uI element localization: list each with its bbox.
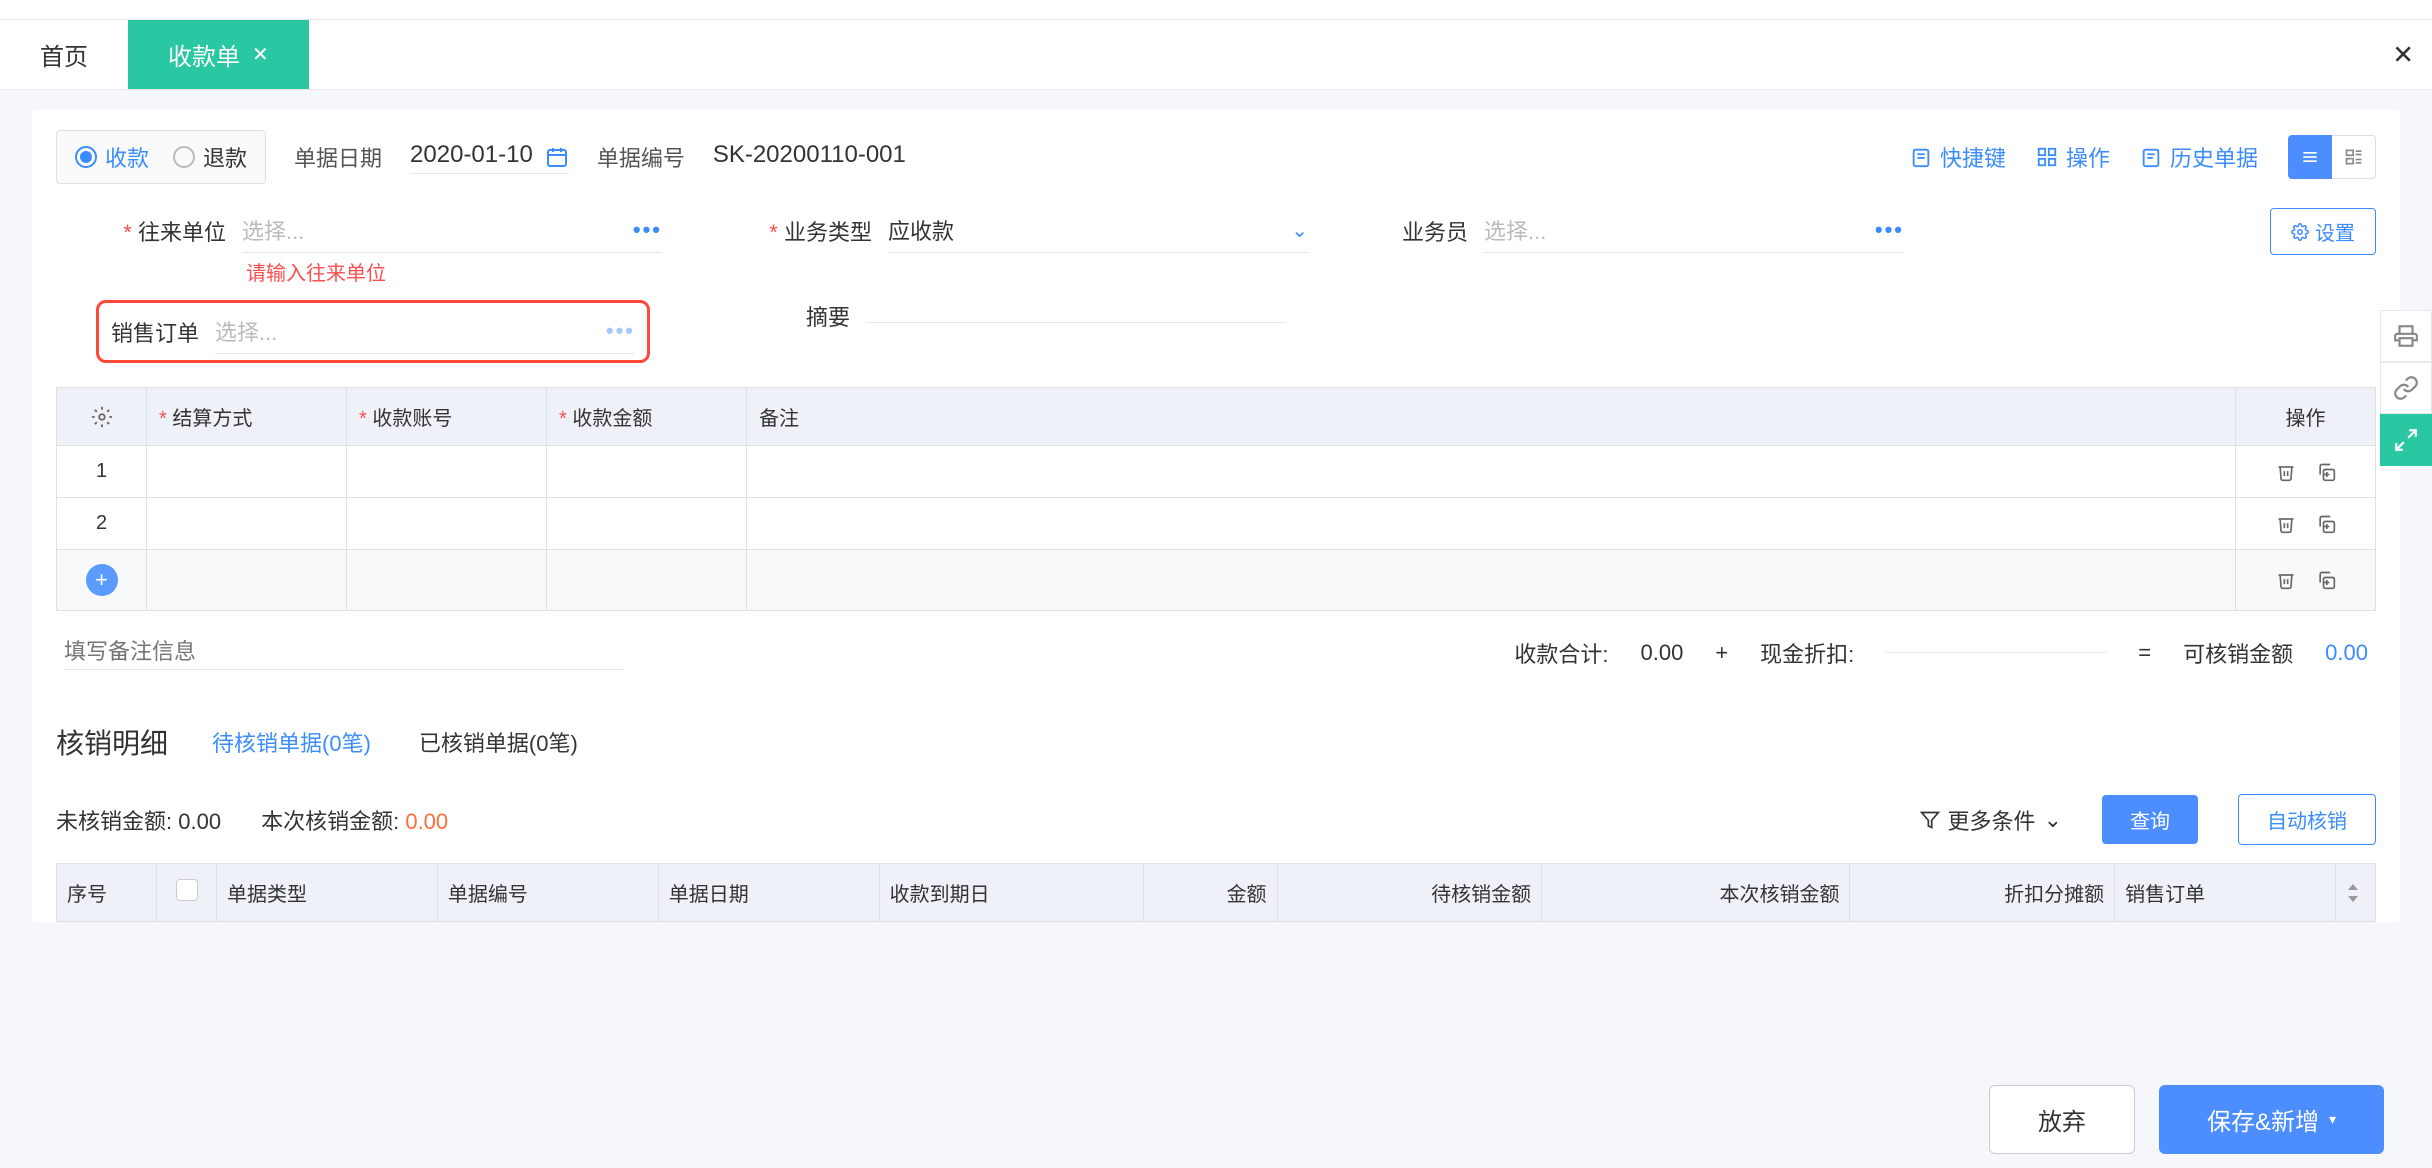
auto-writeoff-button[interactable]: 自动核销 [2238,794,2376,845]
calendar-icon[interactable] [545,143,569,167]
col-disc: 折扣分摊额 [1850,864,2115,922]
radio-receipt[interactable]: 收款 [75,141,149,173]
more-icon[interactable]: ••• [606,318,635,344]
col-pending: 待核销金额 [1277,864,1542,922]
table-add-row: + [57,550,2376,611]
shortcut-link[interactable]: 快捷键 [1910,141,2006,173]
copy-icon[interactable] [2316,512,2336,535]
order-label: 销售订单 [111,316,199,348]
staff-label: 业务员 [1388,215,1468,247]
chevron-down-icon: ⌄ [2044,807,2062,833]
order-select[interactable]: 选择... ••• [215,309,635,354]
chevron-down-icon[interactable]: ⌄ [1291,218,1308,243]
view-card-button[interactable] [2332,135,2376,179]
party-error: 请输入往来单位 [246,257,662,286]
pending-amt-label: 未核销金额: [56,809,172,834]
payment-table: 结算方式 收款账号 收款金额 备注 操作 1 2 [56,387,2376,611]
sales-order-highlight: 销售订单 选择... ••• [96,300,650,363]
col-order: 销售订单 [2115,864,2336,922]
gear-header[interactable] [57,388,147,446]
copy-icon[interactable] [2316,569,2336,592]
history-link[interactable]: 历史单据 [2140,141,2258,173]
col-method: 结算方式 [147,388,347,446]
trash-icon[interactable] [2276,460,2296,483]
col-remark: 备注 [747,388,2236,446]
tab-done[interactable]: 已核销单据(0笔) [415,720,582,764]
remark-input[interactable] [64,635,624,670]
radio-refund[interactable]: 退款 [173,141,247,173]
summary-label: 摘要 [730,300,850,332]
receipt-type-radio-group: 收款 退款 [56,130,266,184]
col-date: 单据日期 [658,864,879,922]
close-all-tabs-icon[interactable]: ✕ [2392,39,2414,70]
writeoff-label: 可核销金额 [2183,637,2293,669]
summary-input[interactable] [866,310,1286,323]
filter-icon [1920,810,1940,830]
col-this: 本次核销金额 [1542,864,1850,922]
date-value[interactable]: 2020-01-10 [410,141,569,174]
party-select[interactable]: 选择... ••• [242,208,662,253]
settings-button[interactable]: 设置 [2270,208,2376,255]
tab-receipt[interactable]: 收款单 ✕ [128,20,309,89]
query-button[interactable]: 查询 [2102,795,2198,844]
col-amt: 金额 [1144,864,1277,922]
trash-icon[interactable] [2276,569,2296,592]
biztype-label: 业务类型 [742,215,872,247]
writeoff-title: 核销明细 [56,722,168,762]
tab-home[interactable]: 首页 [0,20,128,89]
col-ops: 操作 [2236,388,2376,446]
col-checkbox[interactable] [157,864,217,922]
discount-label: 现金折扣: [1760,637,1854,669]
docno-value: SK-20200110-001 [713,141,906,173]
operate-link[interactable]: 操作 [2036,141,2110,173]
more-conditions[interactable]: 更多条件 ⌄ [1920,804,2062,836]
table-row[interactable]: 2 [57,498,2376,550]
party-label: 往来单位 [96,215,226,247]
tab-label: 收款单 [168,37,240,72]
pending-amt-value: 0.00 [178,809,221,834]
date-label: 单据日期 [294,141,382,173]
table-row[interactable]: 1 [57,446,2376,498]
col-account: 收款账号 [347,388,547,446]
sum-label: 收款合计: [1514,637,1608,669]
view-toggle [2288,135,2376,179]
col-no: 单据编号 [437,864,658,922]
side-expand-icon[interactable] [2380,414,2432,466]
chevron-down-icon[interactable]: ▾ [2329,1111,2336,1128]
add-row-button[interactable]: + [86,564,118,596]
save-button[interactable]: 保存&新增 ▾ [2159,1085,2384,1154]
more-icon[interactable]: ••• [1875,217,1904,243]
copy-icon[interactable] [2316,460,2336,483]
gear-icon [91,406,113,428]
side-print-icon[interactable] [2380,310,2432,362]
checkbox[interactable] [176,879,198,901]
biztype-select[interactable]: 应收款 ⌄ [888,208,1308,253]
col-type: 单据类型 [217,864,438,922]
col-amount: 收款金额 [547,388,747,446]
trash-icon[interactable] [2276,512,2296,535]
writeoff-table: 序号 单据类型 单据编号 单据日期 收款到期日 金额 待核销金额 本次核销金额 … [56,863,2376,922]
docno-label: 单据编号 [597,141,685,173]
col-idx: 序号 [57,864,157,922]
writeoff-value: 0.00 [2325,640,2368,666]
tab-pending[interactable]: 待核销单据(0笔) [208,720,375,764]
sum-value: 0.00 [1640,640,1683,666]
more-icon[interactable]: ••• [633,217,662,243]
cancel-button[interactable]: 放弃 [1989,1085,2135,1154]
col-sort[interactable] [2336,864,2376,922]
this-amt-value: 0.00 [405,809,448,834]
side-link-icon[interactable] [2380,362,2432,414]
close-icon[interactable]: ✕ [252,42,269,67]
discount-input[interactable] [1886,652,2106,653]
staff-select[interactable]: 选择... ••• [1484,208,1904,253]
tab-bar: 首页 收款单 ✕ ✕ [0,20,2432,90]
view-list-button[interactable] [2288,135,2332,179]
col-due: 收款到期日 [879,864,1144,922]
this-amt-label: 本次核销金额: [261,809,399,834]
